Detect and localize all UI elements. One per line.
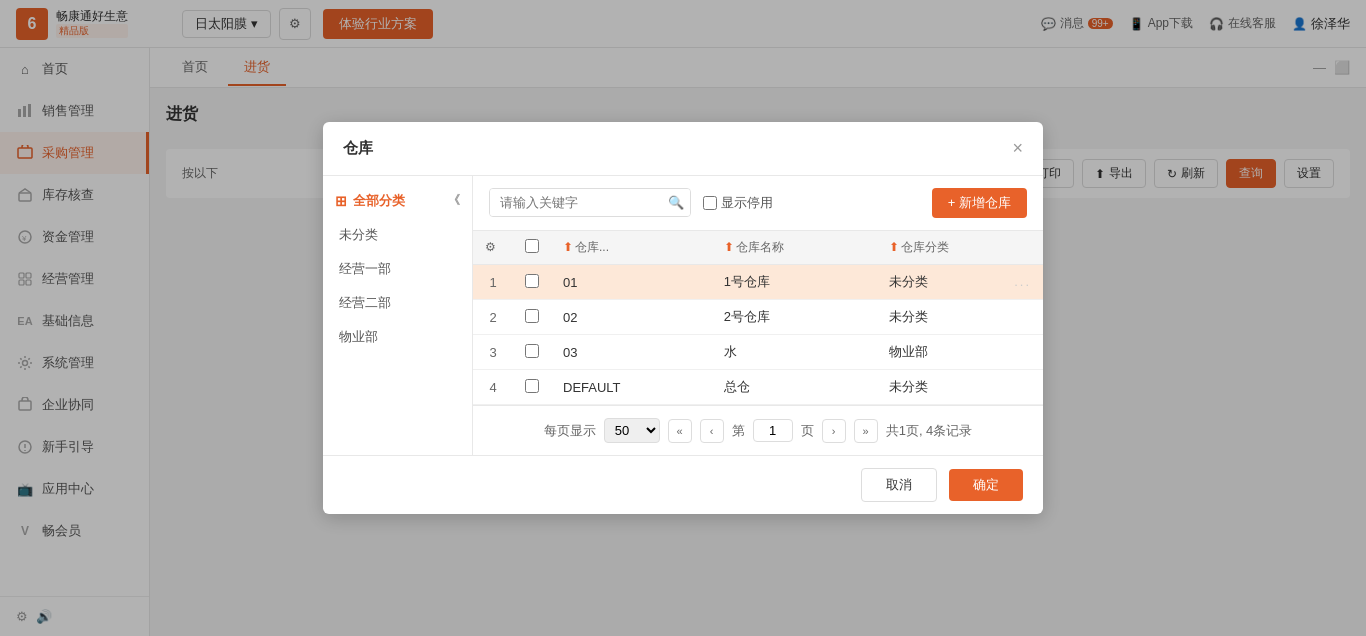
total-label: 共1页, 4条记录 bbox=[886, 422, 973, 440]
row-checkbox-cell[interactable] bbox=[513, 335, 551, 370]
select-all-checkbox[interactable] bbox=[525, 239, 539, 253]
show-disabled-label[interactable]: 显示停用 bbox=[703, 194, 773, 212]
collapse-icon[interactable]: 《 bbox=[448, 192, 460, 209]
modal-overlay: 仓库 × ⊞ 全部分类 《 未分类 经营一部 经营二部 物业部 bbox=[0, 0, 1366, 636]
page-input[interactable] bbox=[753, 419, 793, 442]
search-wrap: 🔍 bbox=[489, 188, 691, 217]
sort-icon-category: ⬆ bbox=[889, 240, 899, 254]
row-checkbox[interactable] bbox=[525, 344, 539, 358]
col-warehouse-code: ⬆仓库... bbox=[551, 231, 712, 265]
category-property[interactable]: 物业部 bbox=[323, 320, 472, 354]
table-row[interactable]: 3 03 水 物业部 bbox=[473, 335, 1043, 370]
search-input[interactable] bbox=[490, 189, 690, 216]
col-warehouse-category: ⬆仓库分类 bbox=[877, 231, 1043, 265]
row-code: 01 bbox=[551, 264, 712, 300]
settings-col-icon: ⚙ bbox=[485, 240, 496, 254]
search-icon[interactable]: 🔍 bbox=[668, 195, 684, 210]
row-name: 1号仓库 bbox=[712, 264, 878, 300]
cancel-button[interactable]: 取消 bbox=[861, 468, 937, 502]
warehouse-table: ⚙ ⬆仓库... ⬆仓库名称 bbox=[473, 231, 1043, 406]
row-num: 4 bbox=[473, 370, 513, 405]
sort-icon-code: ⬆ bbox=[563, 240, 573, 254]
category-uncategorized[interactable]: 未分类 bbox=[323, 218, 472, 252]
category-ops2[interactable]: 经营二部 bbox=[323, 286, 472, 320]
col-settings: ⚙ bbox=[473, 231, 513, 265]
grid-icon: ⊞ bbox=[335, 193, 347, 209]
per-page-label: 每页显示 bbox=[544, 422, 596, 440]
show-disabled-text: 显示停用 bbox=[721, 194, 773, 212]
pagination: 每页显示 50 20 100 « ‹ 第 页 › » 共1页, 4条记录 bbox=[473, 405, 1043, 455]
row-code: DEFAULT bbox=[551, 370, 712, 405]
table-row[interactable]: 1 01 1号仓库 未分类... bbox=[473, 264, 1043, 300]
confirm-button[interactable]: 确定 bbox=[949, 469, 1023, 501]
table-row[interactable]: 4 DEFAULT 总仓 未分类 bbox=[473, 370, 1043, 405]
category-all-label: 全部分类 bbox=[353, 192, 405, 210]
row-category: 未分类... bbox=[877, 265, 1043, 300]
modal-header: 仓库 × bbox=[323, 122, 1043, 176]
table-toolbar: 🔍 显示停用 + 新增仓库 bbox=[473, 176, 1043, 231]
table-scroll: ⚙ ⬆仓库... ⬆仓库名称 bbox=[473, 231, 1043, 406]
category-ops1[interactable]: 经营一部 bbox=[323, 252, 472, 286]
row-code: 02 bbox=[551, 300, 712, 335]
modal-footer: 取消 确定 bbox=[323, 455, 1043, 514]
row-checkbox-cell[interactable] bbox=[513, 370, 551, 405]
row-category: 未分类 bbox=[877, 300, 1043, 335]
modal-title: 仓库 bbox=[343, 139, 373, 158]
row-name: 总仓 bbox=[712, 370, 878, 405]
row-checkbox-cell[interactable] bbox=[513, 300, 551, 335]
table-area: 🔍 显示停用 + 新增仓库 ⚙ bbox=[473, 176, 1043, 456]
sort-icon-name: ⬆ bbox=[724, 240, 734, 254]
row-name: 2号仓库 bbox=[712, 300, 878, 335]
page-first-button[interactable]: « bbox=[668, 419, 692, 443]
page-label: 第 bbox=[732, 422, 745, 440]
row-name: 水 bbox=[712, 335, 878, 370]
page-last-button[interactable]: » bbox=[854, 419, 878, 443]
modal-body: ⊞ 全部分类 《 未分类 经营一部 经营二部 物业部 🔍 bbox=[323, 176, 1043, 456]
row-num: 2 bbox=[473, 300, 513, 335]
page-size-select[interactable]: 50 20 100 bbox=[604, 418, 660, 443]
category-all[interactable]: ⊞ 全部分类 《 bbox=[323, 184, 472, 218]
page-prev-button[interactable]: ‹ bbox=[700, 419, 724, 443]
row-num: 1 bbox=[473, 264, 513, 300]
table-row[interactable]: 2 02 2号仓库 未分类 bbox=[473, 300, 1043, 335]
add-warehouse-button[interactable]: + 新增仓库 bbox=[932, 188, 1027, 218]
show-disabled-checkbox[interactable] bbox=[703, 196, 717, 210]
page-unit: 页 bbox=[801, 422, 814, 440]
row-category: 未分类 bbox=[877, 370, 1043, 405]
category-sidebar: ⊞ 全部分类 《 未分类 经营一部 经营二部 物业部 bbox=[323, 176, 473, 456]
col-warehouse-name: ⬆仓库名称 bbox=[712, 231, 878, 265]
row-checkbox[interactable] bbox=[525, 309, 539, 323]
modal-close-button[interactable]: × bbox=[1012, 138, 1023, 159]
warehouse-modal: 仓库 × ⊞ 全部分类 《 未分类 经营一部 经营二部 物业部 bbox=[323, 122, 1043, 515]
row-code: 03 bbox=[551, 335, 712, 370]
row-checkbox[interactable] bbox=[525, 274, 539, 288]
col-checkbox bbox=[513, 231, 551, 265]
row-checkbox[interactable] bbox=[525, 379, 539, 393]
row-checkbox-cell[interactable] bbox=[513, 264, 551, 300]
more-options[interactable]: ... bbox=[1014, 274, 1031, 289]
row-category: 物业部 bbox=[877, 335, 1043, 370]
row-num: 3 bbox=[473, 335, 513, 370]
page-next-button[interactable]: › bbox=[822, 419, 846, 443]
